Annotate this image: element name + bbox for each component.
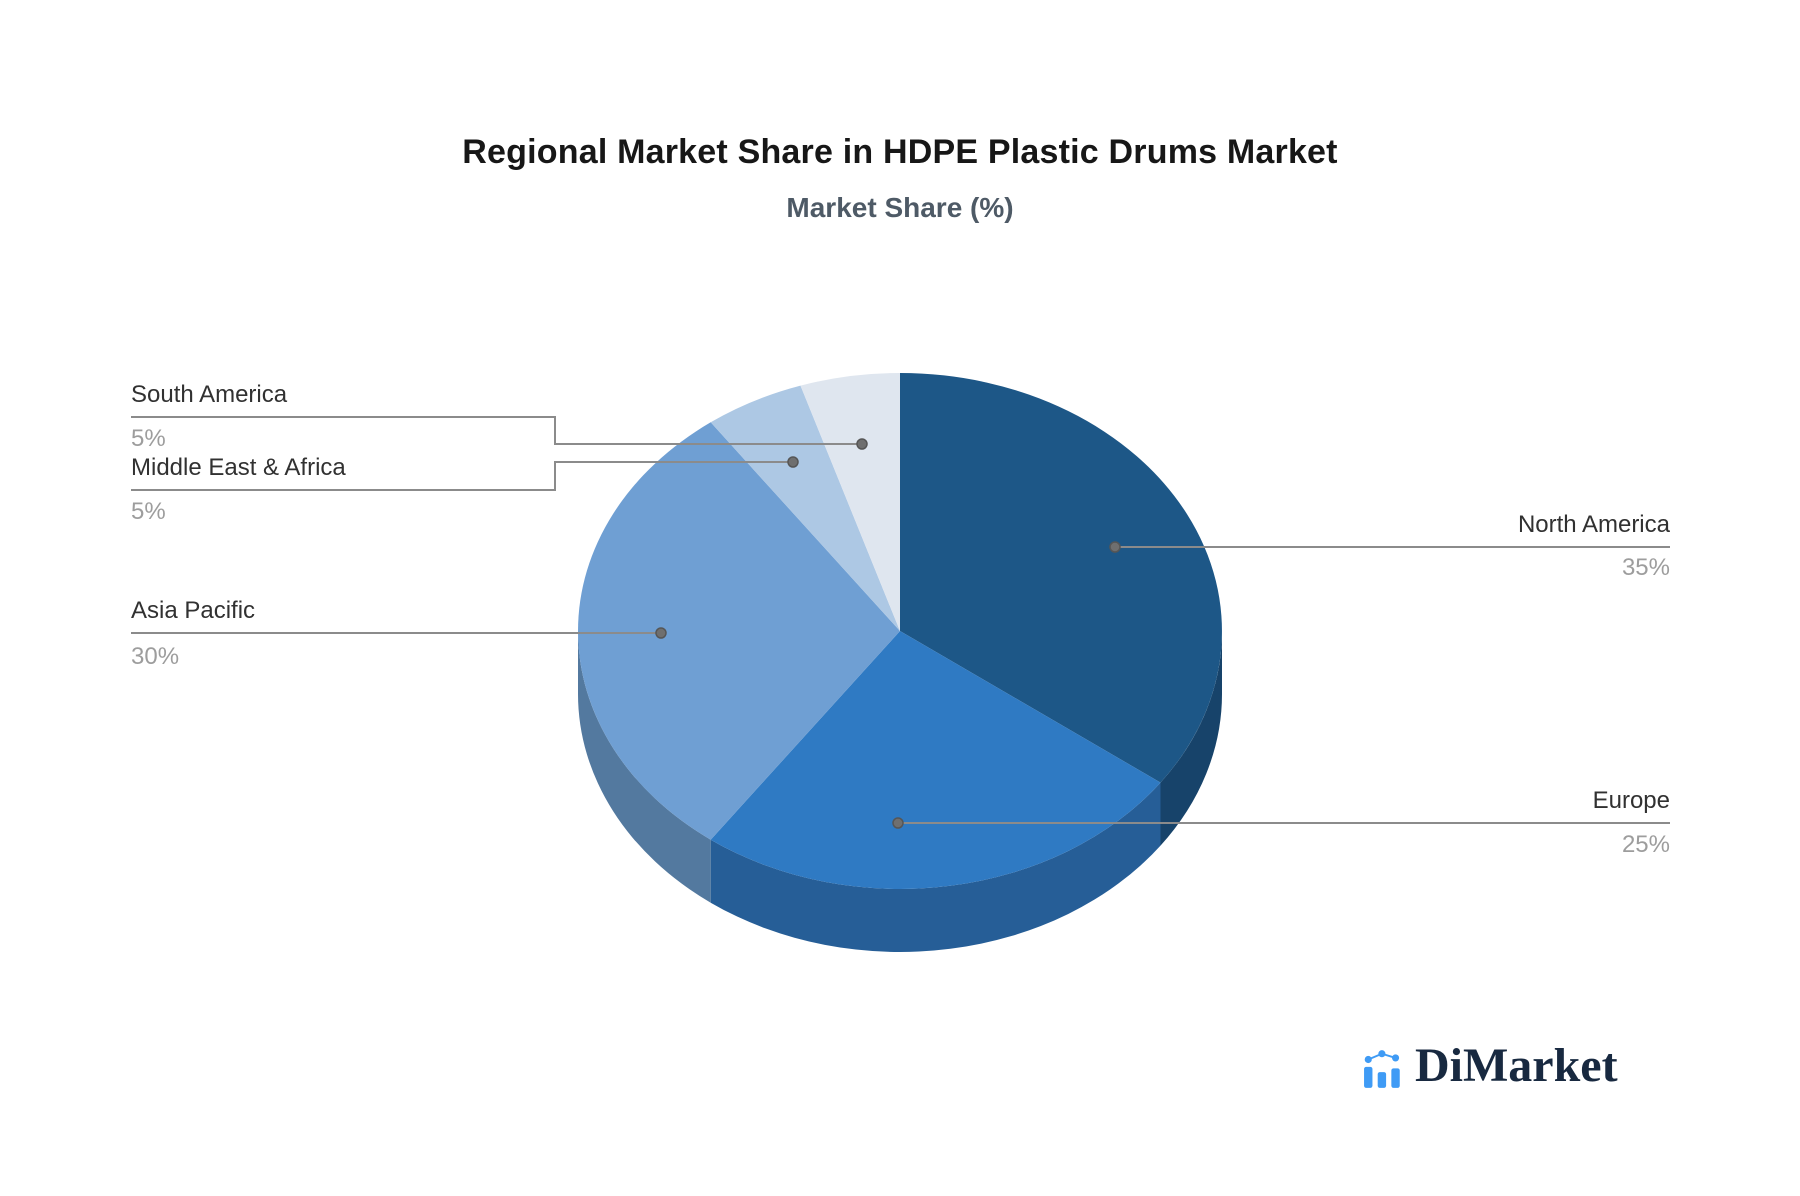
- label-asia-pacific: Asia Pacific: [131, 597, 256, 624]
- chart-container: Regional Market Share in HDPE Plastic Dr…: [0, 0, 1800, 1196]
- pct-south-america: 5%: [131, 425, 166, 452]
- logo: DiMarket: [1363, 1042, 1618, 1090]
- logo-text: DiMarket: [1415, 1039, 1618, 1092]
- label-europe: Europe: [1592, 787, 1670, 814]
- connector-dot-south-america: [856, 438, 868, 450]
- label-middle-east-africa: Middle East & Africa: [131, 454, 346, 481]
- connector-dot-middle-east-africa: [787, 456, 799, 468]
- pct-europe: 25%: [1621, 831, 1670, 858]
- connector-dot-north-america: [1109, 541, 1121, 553]
- label-north-america: North America: [1517, 511, 1670, 538]
- pct-asia-pacific: 30%: [131, 643, 180, 670]
- pie-chart: [131, 373, 1670, 952]
- bar-chart-logo-icon: [1364, 1050, 1400, 1088]
- connector-dot-europe: [892, 817, 904, 829]
- pct-north-america: 35%: [1621, 554, 1670, 581]
- pct-middle-east-africa: 5%: [131, 498, 166, 525]
- label-south-america: South America: [131, 381, 288, 408]
- connector-dot-asia-pacific: [655, 627, 667, 639]
